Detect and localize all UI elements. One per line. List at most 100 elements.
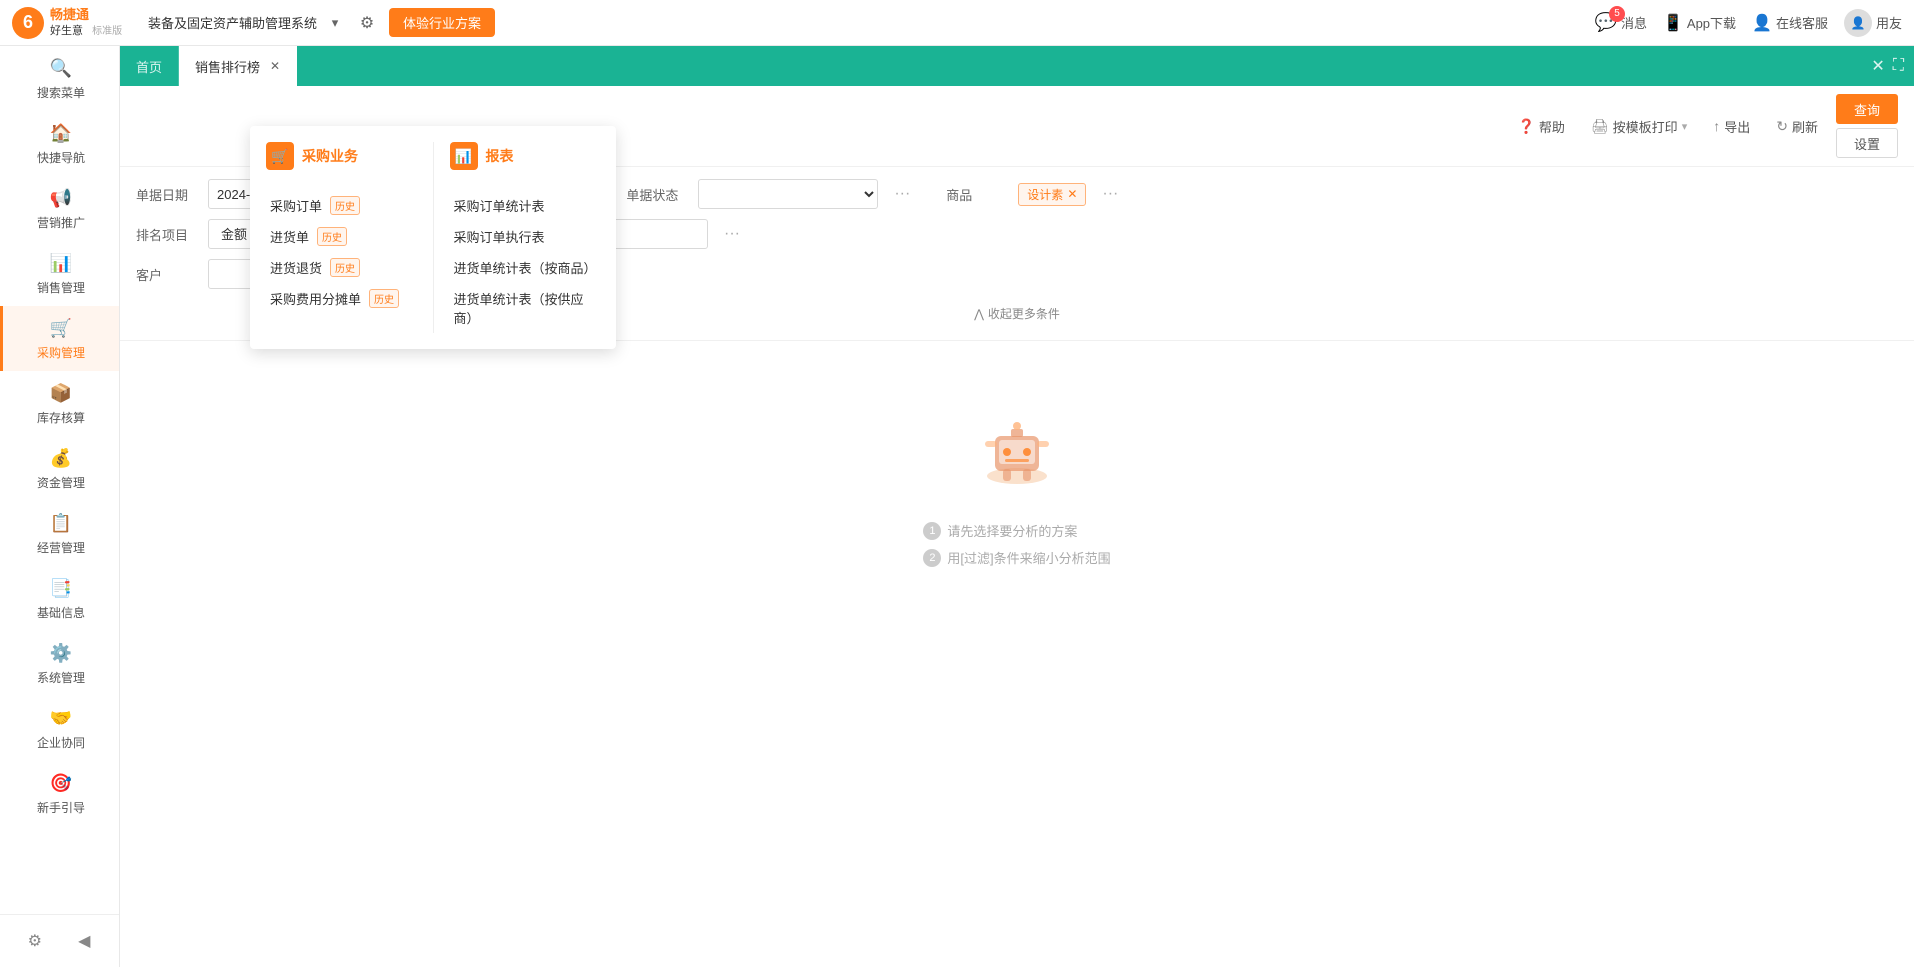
messages-badge: 5 — [1609, 6, 1625, 22]
sidebar-item-quicknav[interactable]: 🏠 快捷导航 — [0, 111, 119, 176]
chevron-up-icon: ⋀ — [974, 307, 984, 321]
print-icon: 🖨 — [1591, 118, 1609, 135]
history-badge-2: 历史 — [317, 227, 347, 246]
print-dropdown-icon[interactable]: ▾ — [1682, 120, 1688, 133]
purchase-icon: 🛒 — [49, 316, 73, 340]
dropdown-item-expense[interactable]: 采购费用分摊单 历史 — [266, 283, 417, 314]
report-col-icon: 📊 — [450, 142, 478, 170]
history-badge-3: 历史 — [330, 258, 360, 277]
dropdown-item-report-2[interactable]: 采购订单执行表 — [450, 221, 601, 252]
purchase-col-icon: 🛒 — [266, 142, 294, 170]
system-gear-btn[interactable]: ⚙ — [353, 9, 381, 37]
avatar: 👤 — [1844, 9, 1872, 37]
empty-illustration — [967, 401, 1067, 501]
page-content: ❓ 帮助 🖨 按模板打印 ▾ ↑ 导出 ↻ 刷新 查询 — [120, 86, 1914, 967]
dropdown-cols: 🛒 采购业务 采购订单 历史 进货单 历史 进货退货 — [266, 142, 600, 333]
date-label: 单据日期 — [136, 185, 196, 204]
sidebar-item-purchase[interactable]: 🛒 采购管理 — [0, 306, 119, 371]
tab-sales-rank[interactable]: 销售排行榜 ✕ — [179, 46, 297, 86]
tab-expand-btn[interactable]: ⛶ — [1893, 57, 1904, 75]
goods-dots[interactable]: ··· — [1098, 185, 1122, 203]
sidebar-item-system[interactable]: ⚙️ 系统管理 — [0, 631, 119, 696]
base-icon: 📑 — [49, 576, 73, 600]
online-service-btn[interactable]: 👤 在线客服 — [1752, 13, 1828, 33]
refresh-icon: ↻ — [1776, 118, 1788, 135]
tab-close-btn[interactable]: ✕ — [270, 59, 280, 73]
refresh-btn[interactable]: ↻ 刷新 — [1768, 113, 1826, 140]
dropdown-item-incoming[interactable]: 进货单 历史 — [266, 221, 417, 252]
coop-icon: 🤝 — [49, 706, 73, 730]
purchase-col-header: 🛒 采购业务 — [266, 142, 417, 178]
tab-bar-right: ✕ ⛶ — [1861, 46, 1914, 86]
logo-sub: 好生意 标准版 — [50, 24, 122, 38]
empty-state: 1 请先选择要分析的方案 2 用[过滤]条件来缩小分析范围 — [120, 341, 1914, 627]
dropdown-col-purchase: 🛒 采购业务 采购订单 历史 进货单 历史 进货退货 — [266, 142, 417, 333]
voucher-status-dots[interactable]: ··· — [890, 185, 914, 203]
content-area: 首页 销售排行榜 ✕ ✕ ⛶ ❓ 帮助 🖨 按模板打印 — [120, 46, 1914, 967]
home-icon: 🏠 — [49, 121, 73, 145]
history-badge-1: 历史 — [330, 196, 360, 215]
tab-home[interactable]: 首页 — [120, 46, 179, 86]
dropdown-item-return[interactable]: 进货退货 历史 — [266, 252, 417, 283]
sidebar-item-inventory[interactable]: 📦 库存核算 — [0, 371, 119, 436]
header-middle: 装备及固定资产辅助管理系统 ▾ ⚙ 体验行业方案 — [132, 8, 1595, 37]
customer-label: 客户 — [136, 265, 196, 284]
sidebar-collapse-btn[interactable]: ◀ — [68, 925, 100, 957]
tab-bar: 首页 销售排行榜 ✕ ✕ ⛶ — [120, 46, 1914, 86]
industry-btn[interactable]: 体验行业方案 — [389, 8, 495, 37]
query-btn[interactable]: 查询 — [1836, 94, 1898, 124]
dropdown-item-purchase-order[interactable]: 采购订单 历史 — [266, 190, 417, 221]
empty-tip-1: 1 请先选择要分析的方案 — [923, 521, 1110, 540]
logo-area: 6 畅捷通 好生意 标准版 — [12, 7, 132, 39]
sidebar-item-base[interactable]: 📑 基础信息 — [0, 566, 119, 631]
print-btn[interactable]: 🖨 按模板打印 ▾ — [1583, 113, 1695, 140]
report-col-header: 📊 报表 — [450, 142, 601, 178]
newbie-icon: 🎯 — [49, 771, 73, 795]
col-divider — [433, 142, 434, 333]
sidebar-item-newbie[interactable]: 🎯 新手引导 — [0, 761, 119, 826]
sidebar-item-marketing[interactable]: 📢 营销推广 — [0, 176, 119, 241]
logo-text: 畅捷通 好生意 标准版 — [50, 7, 122, 38]
voucher-status-label: 单据状态 — [626, 185, 686, 204]
sidebar-settings-btn[interactable]: ⚙ — [19, 925, 51, 957]
goods-tag-close[interactable]: ✕ — [1067, 187, 1077, 201]
export-icon: ↑ — [1713, 118, 1720, 134]
logo-icon: 6 — [12, 7, 44, 39]
sidebar-bottom: ⚙ ◀ — [0, 914, 119, 967]
goods-tag: 设计素 ✕ — [1018, 183, 1086, 206]
system-title: 装备及固定资产辅助管理系统 — [148, 13, 317, 32]
dropdown-col-report: 📊 报表 采购订单统计表 采购订单执行表 进货单统计表（按商品） — [450, 142, 601, 333]
voucher-status-select[interactable] — [698, 179, 878, 209]
sidebar-item-finance[interactable]: 💰 资金管理 — [0, 436, 119, 501]
sidebar-item-coop[interactable]: 🤝 企业协同 — [0, 696, 119, 761]
sidebar-item-operations[interactable]: 📋 经营管理 — [0, 501, 119, 566]
salesperson-dots[interactable]: ··· — [720, 225, 744, 243]
tab-close-all-btn[interactable]: ✕ — [1871, 56, 1884, 76]
export-btn[interactable]: ↑ 导出 — [1705, 113, 1758, 140]
sales-icon: 📊 — [49, 251, 73, 275]
sidebar-item-sales[interactable]: 📊 销售管理 — [0, 241, 119, 306]
user-menu-btn[interactable]: 👤 用友 — [1844, 9, 1902, 37]
help-btn[interactable]: ❓ 帮助 — [1509, 113, 1572, 140]
dropdown-item-report-4[interactable]: 进货单统计表（按供应商） — [450, 283, 601, 333]
sidebar-item-search[interactable]: 🔍 搜索菜单 — [0, 46, 119, 111]
finance-icon: 💰 — [49, 446, 73, 470]
operations-icon: 📋 — [49, 511, 73, 535]
setting-btn[interactable]: 设置 — [1836, 128, 1898, 158]
main-layout: 🔍 搜索菜单 🏠 快捷导航 📢 营销推广 📊 销售管理 🛒 采购管理 📦 库存核… — [0, 46, 1914, 967]
dropdown-menu: 🛒 采购业务 采购订单 历史 进货单 历史 进货退货 — [250, 126, 616, 349]
dropdown-item-report-3[interactable]: 进货单统计表（按商品） — [450, 252, 601, 283]
system-dropdown-btn[interactable]: ▾ — [325, 13, 345, 33]
dropdown-item-report-1[interactable]: 采购订单统计表 — [450, 190, 601, 221]
history-badge-4: 历史 — [369, 289, 399, 308]
messages-btn[interactable]: 💬 5 消息 — [1595, 12, 1647, 33]
app-download-btn[interactable]: 📱 App下载 — [1663, 13, 1736, 33]
system-icon: ⚙️ — [49, 641, 73, 665]
help-icon: ❓ — [1517, 118, 1534, 135]
search-icon: 🔍 — [49, 56, 73, 80]
empty-tip-2: 2 用[过滤]条件来缩小分析范围 — [923, 548, 1110, 567]
header-right: 💬 5 消息 📱 App下载 👤 在线客服 👤 用友 — [1595, 9, 1902, 37]
goods-label: 商品 — [946, 185, 1006, 204]
empty-tips: 1 请先选择要分析的方案 2 用[过滤]条件来缩小分析范围 — [923, 521, 1110, 567]
sidebar: 🔍 搜索菜单 🏠 快捷导航 📢 营销推广 📊 销售管理 🛒 采购管理 📦 库存核… — [0, 46, 120, 967]
